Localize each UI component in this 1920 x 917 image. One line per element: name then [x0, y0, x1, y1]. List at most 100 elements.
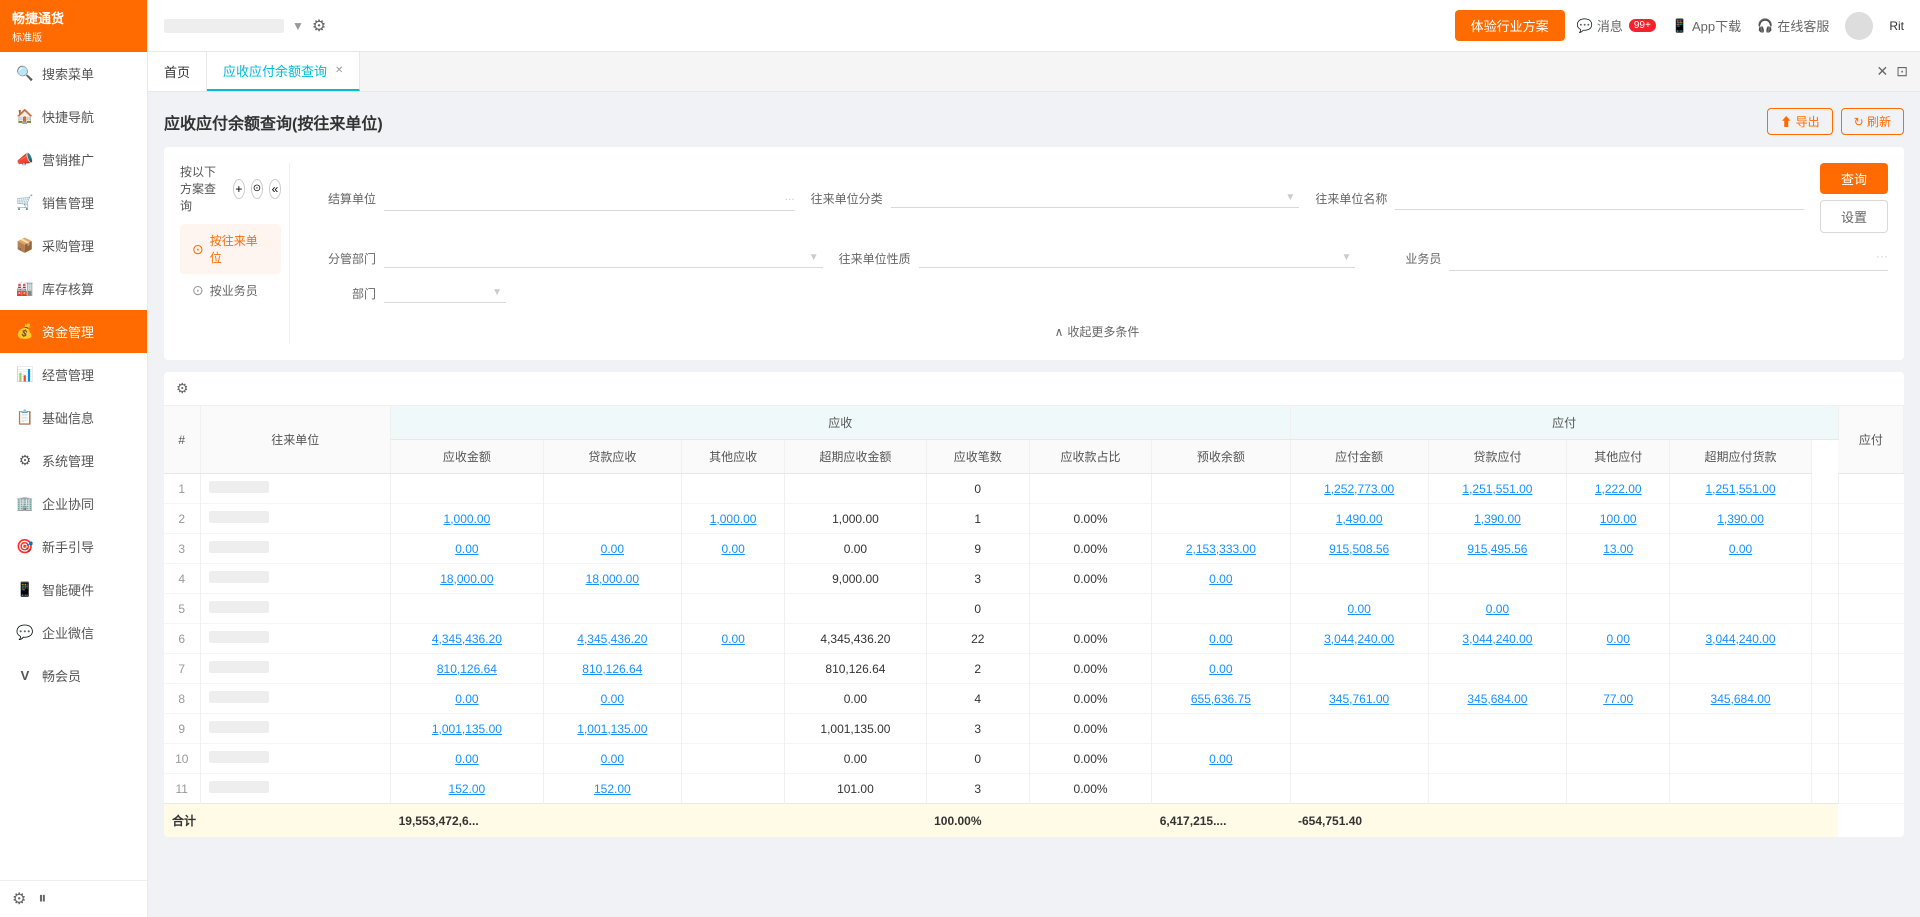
tab-home[interactable]: 首页 — [148, 52, 207, 91]
gear-icon: ⚙ — [312, 18, 326, 35]
sidebar-label-operation: 经营管理 — [42, 365, 94, 384]
export-button[interactable]: ⬆ 导出 — [1767, 108, 1832, 135]
collapse-up-icon: ∧ — [1055, 325, 1064, 339]
filter-add-button[interactable]: + — [233, 179, 245, 199]
tab-ar-ap[interactable]: 应收应付余额查询 ✕ — [207, 52, 360, 91]
partner-cell — [200, 744, 391, 774]
settlement-unit-dots[interactable]: ... — [785, 189, 795, 203]
table-settings-icon[interactable]: ⚙ — [176, 380, 189, 397]
sidebar-item-smart-hw[interactable]: 📱 智能硬件 — [0, 568, 147, 611]
search-menu-icon: 🔍 — [16, 65, 34, 82]
tab-close-window-button[interactable]: ✕ — [1877, 63, 1889, 80]
filter-settings-button[interactable]: ⊙ — [251, 179, 263, 199]
sidebar-item-base-info[interactable]: 📋 基础信息 — [0, 396, 147, 439]
system-icon: ⚙ — [16, 452, 34, 469]
total-ar-count-ratio: 100.00% — [926, 804, 1029, 838]
sidebar-label-system: 系统管理 — [42, 451, 94, 470]
breadcrumb-dropdown-button[interactable]: ▼ — [292, 19, 304, 33]
filter-settings-btn[interactable]: 设置 — [1820, 200, 1888, 233]
filter-partner-name: 往来单位名称 — [1315, 187, 1804, 210]
header-gear-button[interactable]: ⚙ — [312, 16, 326, 36]
sidebar-item-enterprise[interactable]: 🏢 企业协同 — [0, 482, 147, 525]
partner-nature-select[interactable]: ▼ — [919, 248, 1356, 268]
filter-nav-by-unit-icon: ⊙ — [192, 241, 204, 258]
tab-close-icon[interactable]: ✕ — [335, 65, 343, 76]
filter-nav-by-staff[interactable]: ⊙ 按业务员 — [180, 274, 281, 307]
partner-category-select[interactable]: ▼ — [891, 188, 1300, 208]
sidebar-settings-button[interactable]: ⚙ — [12, 889, 26, 909]
table-row: 11152.00152.00101.0030.00% — [164, 774, 1904, 804]
dept-manage-select[interactable]: ▼ — [384, 248, 823, 268]
sidebar-item-member[interactable]: V 畅会员 — [0, 654, 147, 697]
sidebar-item-finance[interactable]: 💰 资金管理 — [0, 310, 147, 353]
collapse-button[interactable]: ∧ 收起更多条件 — [1039, 319, 1156, 344]
col-ap-overdue: 超期应付货款 — [1670, 440, 1811, 474]
sidebar-label-purchase: 采购管理 — [42, 236, 94, 255]
weixin-icon: 💬 — [16, 624, 34, 641]
app-download-button[interactable]: 📱 App下载 — [1672, 16, 1741, 35]
sidebar-item-inventory[interactable]: 🏭 库存核算 — [0, 267, 147, 310]
page-title: 应收应付余额查询(按往来单位) — [164, 110, 383, 134]
department-label: 部门 — [306, 285, 376, 302]
query-buttons: 查询 设置 — [1820, 163, 1888, 233]
sidebar-item-sales[interactable]: 🛒 销售管理 — [0, 181, 147, 224]
col-ap-extra: 应付 — [1838, 406, 1903, 474]
table-row: 100.000.000.0000.00%0.00 — [164, 744, 1904, 774]
total-ar-amount[interactable]: 19,553,472,6... — [391, 804, 544, 838]
sidebar-label-quick-nav: 快捷导航 — [42, 107, 94, 126]
filter-settlement-unit: 结算单位 ... — [306, 185, 795, 211]
col-ar-amount: 应收金额 — [391, 440, 544, 474]
total-ar-ratio — [1029, 804, 1151, 838]
partner-cell — [200, 654, 391, 684]
filter-fields: 结算单位 ... 往来单位分类 ▼ — [306, 163, 1888, 344]
filter-section: 按以下方案查询 + ⊙ « ⊙ 按往来单位 ⊙ 按业务员 — [164, 147, 1904, 360]
user-avatar — [1845, 12, 1873, 40]
tab-maximize-button[interactable]: ⊡ — [1896, 63, 1908, 80]
sidebar-item-system[interactable]: ⚙ 系统管理 — [0, 439, 147, 482]
sidebar-item-operation[interactable]: 📊 经营管理 — [0, 353, 147, 396]
sidebar-item-purchase[interactable]: 📦 采购管理 — [0, 224, 147, 267]
messages-icon: 💬 — [1577, 18, 1593, 34]
salesperson-input[interactable] — [1449, 245, 1876, 267]
dept-manage-label: 分管部门 — [306, 250, 376, 267]
salesperson-dots[interactable]: ··· — [1876, 249, 1888, 263]
total-ap-amount[interactable]: -654,751.40 — [1290, 804, 1428, 838]
filter-header: 按以下方案查询 + ⊙ « — [180, 163, 281, 214]
tab-bar-right: ✕ ⊡ — [1865, 52, 1920, 91]
department-select[interactable]: ▼ — [384, 283, 506, 303]
data-table: # 往来单位 应收 应付 应付 应收金额 贷款应收 其他应收 超期应收金额 应收… — [164, 406, 1904, 837]
filter-row-1: 结算单位 ... 往来单位分类 ▼ — [306, 163, 1888, 233]
sidebar-item-quick-nav[interactable]: 🏠 快捷导航 — [0, 95, 147, 138]
content-area: 应收应付余额查询(按往来单位) ⬆ 导出 ↻ 刷新 — [148, 92, 1920, 917]
refresh-button[interactable]: ↻ 刷新 — [1841, 108, 1904, 135]
online-service-button[interactable]: 🎧 在线客服 — [1757, 16, 1829, 35]
total-ar-prepaid[interactable]: 6,417,215.... — [1152, 804, 1290, 838]
table-row: 500.000.00 — [164, 594, 1904, 624]
table-row: 30.000.000.000.0090.00%2,153,333.00915,5… — [164, 534, 1904, 564]
service-icon: 🎧 — [1757, 18, 1773, 34]
col-ap-other: 其他应付 — [1567, 440, 1670, 474]
partner-name-input[interactable] — [1395, 187, 1804, 210]
sidebar-label-member: 畅会员 — [42, 666, 81, 685]
sidebar-item-weixin[interactable]: 💬 企业微信 — [0, 611, 147, 654]
total-ar-overdue — [785, 804, 926, 838]
query-button[interactable]: 查询 — [1820, 163, 1888, 194]
filter-nav-by-unit[interactable]: ⊙ 按往来单位 — [180, 224, 281, 274]
filter-department: 部门 ▼ — [306, 283, 506, 303]
table-section: ⚙ # 往来单位 应收 应付 应付 应收金额 贷款应收 — [164, 372, 1904, 837]
page-title-bar: 应收应付余额查询(按往来单位) ⬆ 导出 ↻ 刷新 — [164, 108, 1904, 135]
partner-cell — [200, 564, 391, 594]
settlement-unit-input[interactable] — [384, 185, 785, 207]
messages-button[interactable]: 💬 消息 99+ — [1577, 16, 1656, 35]
sidebar-item-search-menu[interactable]: 🔍 搜索菜单 — [0, 52, 147, 95]
filter-collapse-nav-button[interactable]: « — [269, 179, 281, 199]
col-ar-overdue: 超期应收金额 — [785, 440, 926, 474]
top-actions: 💬 消息 99+ 📱 App下载 🎧 在线客服 Rit — [1577, 12, 1904, 40]
sidebar-collapse-button[interactable]: ⏸ — [38, 890, 46, 908]
sidebar-item-marketing[interactable]: 📣 营销推广 — [0, 138, 147, 181]
solution-button[interactable]: 体验行业方案 — [1455, 10, 1565, 41]
total-label: 合计 — [164, 804, 391, 838]
quick-nav-icon: 🏠 — [16, 108, 34, 125]
sidebar-label-sales: 销售管理 — [42, 193, 94, 212]
sidebar-item-guide[interactable]: 🎯 新手引导 — [0, 525, 147, 568]
